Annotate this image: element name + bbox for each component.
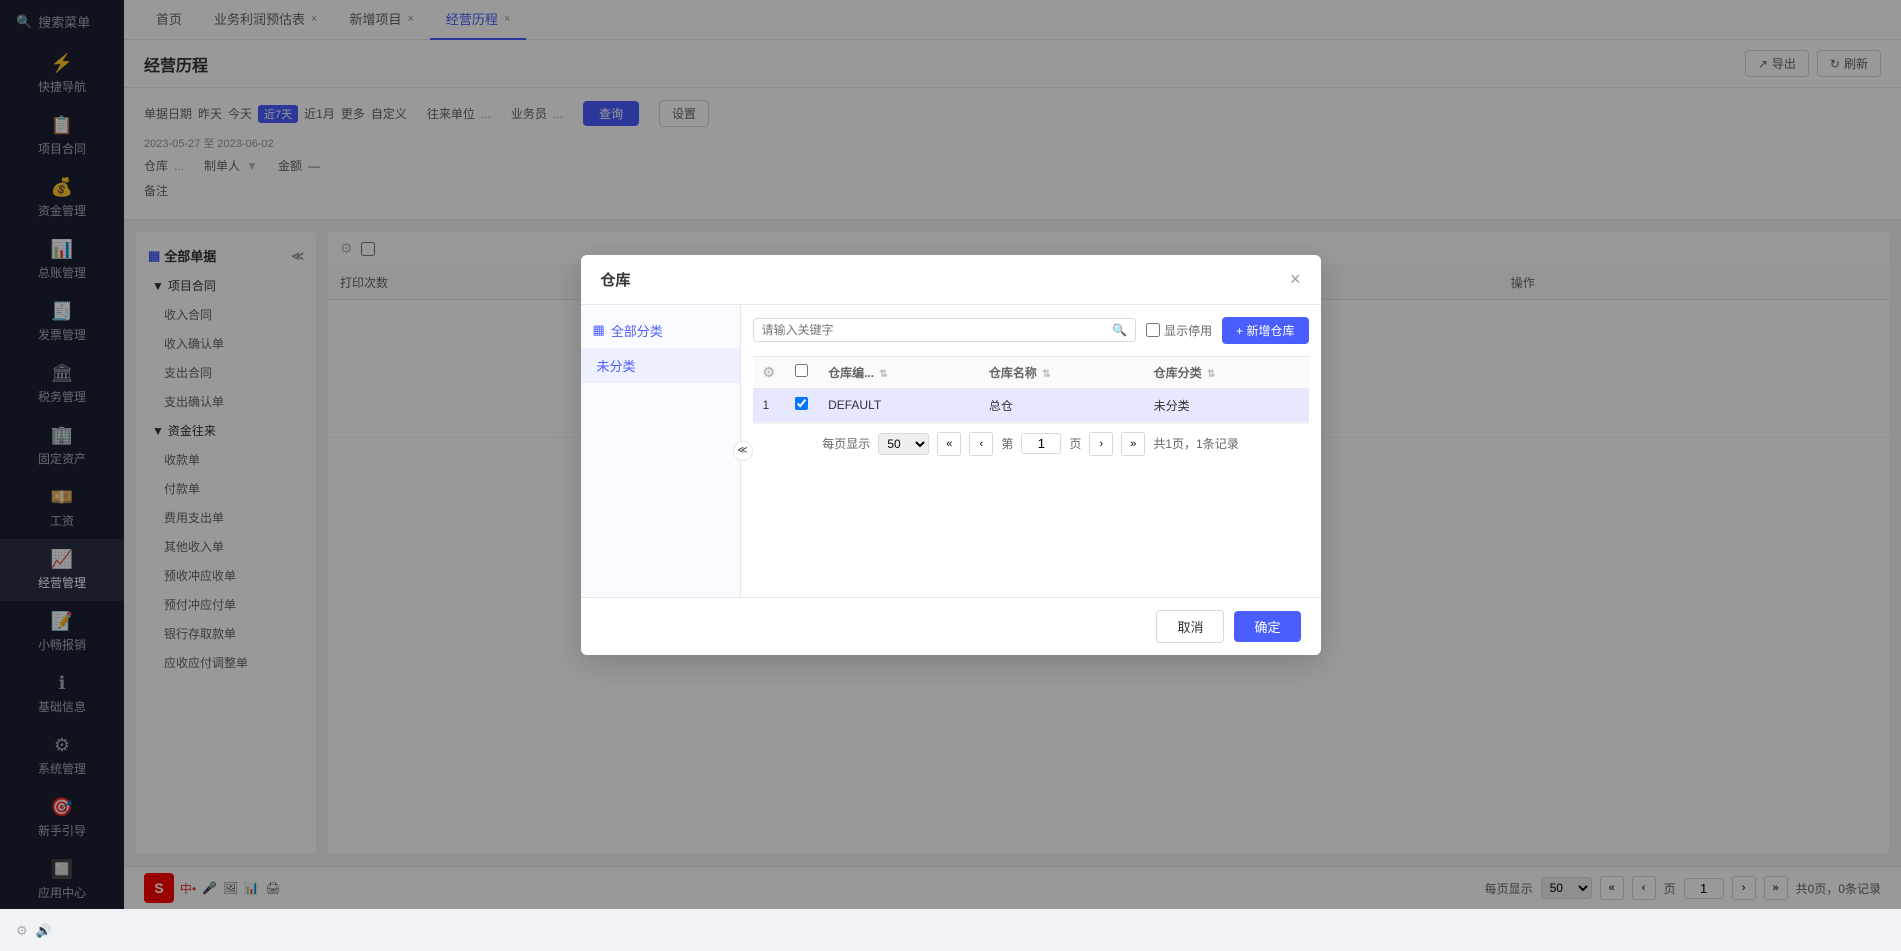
modal-select-all[interactable] [795,364,808,377]
modal-search-input[interactable] [762,323,1107,337]
modal-search-icon[interactable]: 🔍 [1112,323,1127,337]
modal-backdrop: 仓库 × ▦ 全部分类 未分类 ≪ [0,0,1901,909]
show-disabled-label: 显示停用 [1164,322,1212,339]
warehouse-modal: 仓库 × ▦ 全部分类 未分类 ≪ [581,255,1321,655]
modal-search-bar: 🔍 显示停用 + 新增仓库 [753,317,1309,344]
unclassified-label: 未分类 [597,359,636,374]
row-category: 未分类 [1144,388,1309,422]
modal-left-wrapper: ▦ 全部分类 未分类 ≪ [581,305,741,597]
modal-header: 仓库 × [581,255,1321,305]
col-warehouse-name: 仓库名称 ⇅ [979,356,1144,388]
col-checkbox [785,356,818,388]
confirm-button[interactable]: 确定 [1234,611,1300,642]
modal-close-button[interactable]: × [1290,269,1301,290]
modal-total-text: 共1页，1条记录 [1153,435,1238,452]
show-disabled-wrapper: 显示停用 [1146,322,1212,339]
all-category-label: 全部分类 [611,321,663,340]
modal-all-category[interactable]: ▦ 全部分类 [581,313,740,348]
per-page-label-modal: 每页显示 [822,435,870,452]
col-warehouse-code: 仓库编... ⇅ [818,356,979,388]
col-gear: ⚙ [753,356,786,388]
modal-category-unclassified[interactable]: 未分类 [581,348,740,383]
table-row[interactable]: 1 DEFAULT 总仓 未分类 [753,388,1309,422]
modal-table: ⚙ 仓库编... ⇅ 仓库名称 ⇅ [753,356,1309,423]
sort-icon-category: ⇅ [1207,369,1215,380]
modal-body: ▦ 全部分类 未分类 ≪ 🔍 [581,305,1321,597]
modal-page-label: 第 [1001,435,1013,452]
row-code: DEFAULT [818,388,979,422]
row-checkbox-cell [785,388,818,422]
modal-search-wrapper: 🔍 [753,318,1137,342]
modal-table-header: ⚙ 仓库编... ⇅ 仓库名称 ⇅ [753,356,1309,388]
modal-right-panel: 🔍 显示停用 + 新增仓库 ⚙ [741,305,1321,597]
cancel-button[interactable]: 取消 [1156,610,1224,643]
modal-left-panel: ▦ 全部分类 未分类 [581,305,741,597]
modal-next-btn[interactable]: › [1089,432,1113,456]
modal-title: 仓库 [601,269,631,290]
modal-prev-btn[interactable]: ‹ [969,432,993,456]
modal-pagination: 每页显示 50 10 20 100 « ‹ 第 页 › » 共1页，1条记录 [753,423,1309,464]
row-name: 总仓 [979,388,1144,422]
show-disabled-checkbox[interactable] [1146,323,1160,337]
modal-last-btn[interactable]: » [1121,432,1145,456]
add-warehouse-button[interactable]: + 新增仓库 [1222,317,1308,344]
sidebar-bottom: ⚙ 🔊 [0,911,124,951]
settings-bottom-icon[interactable]: ⚙ [16,923,28,939]
modal-collapse-btn[interactable]: ≪ [733,441,753,461]
grid-icon-modal: ▦ [593,322,605,338]
row-seq: 1 [753,388,786,422]
sort-icon-name: ⇅ [1042,369,1050,380]
sort-icon-code: ⇅ [879,369,887,380]
modal-page-suffix: 页 [1069,435,1081,452]
sound-icon[interactable]: 🔊 [36,923,52,939]
modal-page-input[interactable] [1021,433,1061,454]
col-warehouse-category: 仓库分类 ⇅ [1144,356,1309,388]
modal-actions: 取消 确定 [581,597,1321,655]
modal-per-page-select[interactable]: 50 10 20 100 [878,433,929,455]
modal-table-gear[interactable]: ⚙ [763,364,776,380]
row-checkbox[interactable] [795,397,808,410]
modal-first-btn[interactable]: « [937,432,961,456]
